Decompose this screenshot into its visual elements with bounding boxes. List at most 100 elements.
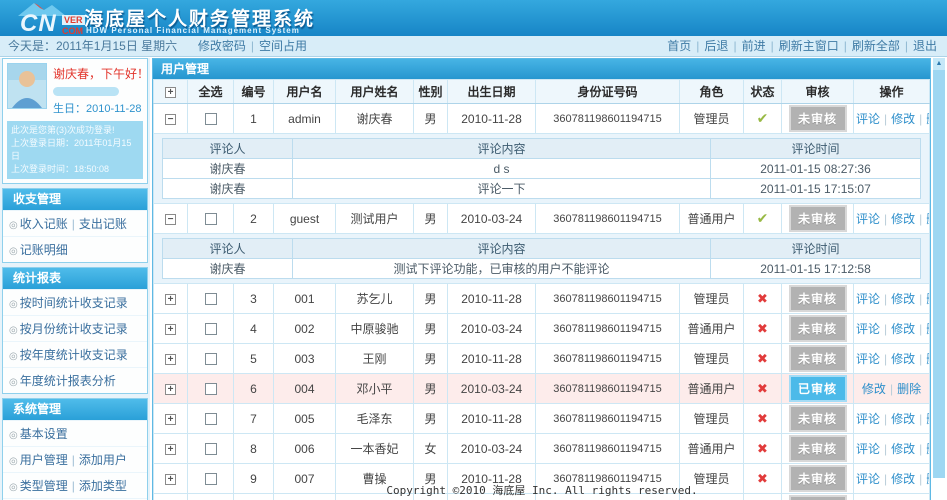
column-header: 性别 [413,79,448,104]
action-link-删除[interactable]: 删除 [926,412,928,426]
app-banner: CN VER COM 海底屋个人财务管理系统 HDW Personal Fina… [0,0,947,36]
sidebar-link[interactable]: 添加用户 [79,453,127,467]
logo-cn: CN [20,10,57,36]
vertical-scrollbar[interactable]: ▲ [933,58,945,478]
cell-no: 6 [233,373,274,404]
expand-icon[interactable]: + [165,383,176,395]
cell-role: 普通用户 [679,373,744,404]
action-link-评论[interactable]: 评论 [856,292,880,306]
action-link-修改[interactable]: 修改 [891,322,915,336]
expand-icon[interactable]: + [165,353,176,365]
action-link-修改[interactable]: 修改 [891,352,915,366]
cell-actions: 评论|修改|删除 [853,313,930,344]
action-link-修改[interactable]: 修改 [891,442,915,456]
action-link-删除[interactable]: 删除 [926,352,928,366]
row-checkbox[interactable] [204,213,217,226]
row-checkbox[interactable] [204,383,217,396]
action-link-修改[interactable]: 修改 [891,212,915,226]
sidebar-link[interactable]: 按月份统计收支记录 [20,322,128,336]
comment-row: 谢庆春 d s 2011-01-15 08:27:36 [162,158,921,179]
nav-link-4[interactable]: 刷新主窗口 [779,39,839,53]
sidebar-link[interactable]: 年度统计报表分析 [20,374,116,388]
table-row: +4 002 中原骏驰男 2010-03-24 360781198601194715 普通… [153,313,930,344]
sidebar-link[interactable]: 收入记账 [20,217,68,231]
audit-pending-button[interactable]: 未审核 [788,285,847,312]
action-link-删除[interactable]: 删除 [926,292,928,306]
cell-no: 3 [233,283,274,314]
sidebar-item: ◎ 用户管理 | 添加用户 [3,446,147,472]
comment-column-header: 评论时间 [710,238,921,259]
cell-actions: 修改 | 删除 [853,373,930,404]
row-checkbox[interactable] [204,413,217,426]
cell-gender: 男 [413,203,448,234]
collapse-icon[interactable]: − [165,113,176,125]
cell-audit: 未审核 [781,403,854,434]
comments-header-row: 评论人 评论内容 评论时间 [162,238,921,259]
expand-all-icon[interactable]: + [165,86,176,98]
action-link-评论[interactable]: 评论 [856,322,880,336]
sidebar-link[interactable]: 按年度统计收支记录 [20,348,128,362]
audit-pending-button[interactable]: 未审核 [788,435,847,462]
action-link-评论[interactable]: 评论 [856,442,880,456]
cell-name: 中原骏驰 [335,313,414,344]
action-link-删除[interactable]: 删除 [897,382,921,396]
nav-link-6[interactable]: 退出 [913,39,937,53]
row-checkbox[interactable] [204,443,217,456]
toolbar-link-1[interactable]: 修改密码 [198,39,246,53]
action-link-修改[interactable]: 修改 [891,412,915,426]
action-link-评论[interactable]: 评论 [856,212,880,226]
sidebar-link[interactable]: 类型管理 [20,479,68,493]
expand-icon[interactable]: + [165,293,176,305]
toolbar-link-2[interactable]: 空间占用 [259,39,307,53]
nav-link-2[interactable]: 后退 [704,39,728,53]
audit-pending-button[interactable]: 未审核 [788,315,847,342]
row-checkbox[interactable] [204,353,217,366]
status-cross-icon: ✖ [757,290,768,306]
action-link-修改[interactable]: 修改 [862,382,886,396]
nav-link-3[interactable]: 前进 [742,39,766,53]
collapse-icon[interactable]: − [165,213,176,225]
action-link-删除[interactable]: 删除 [926,212,928,226]
audit-pending-button[interactable]: 未审核 [788,105,847,132]
action-link-修改[interactable]: 修改 [891,292,915,306]
cell-gender: 男 [413,103,448,134]
select-cell [187,203,234,234]
nav-link-1[interactable]: 首页 [667,39,691,53]
expand-icon[interactable]: + [165,443,176,455]
cell-audit: 未审核 [781,283,854,314]
sidebar-link[interactable]: 按时间统计收支记录 [20,296,128,310]
scroll-up-icon[interactable]: ▲ [933,58,945,70]
audit-pending-button[interactable]: 未审核 [788,205,847,232]
expand-icon[interactable]: + [165,323,176,335]
row-checkbox[interactable] [204,323,217,336]
sidebar-link[interactable]: 基本设置 [20,427,68,441]
audit-approved-button[interactable]: 已审核 [788,375,847,402]
sidebar-link[interactable]: 记账明细 [20,243,68,257]
cell-role: 管理员 [679,403,744,434]
row-checkbox[interactable] [204,293,217,306]
action-link-删除[interactable]: 删除 [926,112,928,126]
action-link-修改[interactable]: 修改 [891,112,915,126]
audit-pending-button[interactable]: 未审核 [788,345,847,372]
nav-link-5[interactable]: 刷新全部 [852,39,900,53]
sidebar-link[interactable]: 用户管理 [20,453,68,467]
sidebar-item: ◎ 按月份统计收支记录 [3,315,147,341]
action-link-评论[interactable]: 评论 [856,352,880,366]
cell-idcard: 360781198601194715 [535,203,680,234]
greeting-pill [53,87,119,96]
expand-icon[interactable]: + [165,413,176,425]
menu-title: 系统管理 [3,399,147,420]
action-link-评论[interactable]: 评论 [856,112,880,126]
row-checkbox[interactable] [204,113,217,126]
expand-cell: + [153,283,188,314]
action-link-删除[interactable]: 删除 [926,442,928,456]
cell-no: 7 [233,403,274,434]
cell-status: ✔ [743,103,782,134]
action-link-删除[interactable]: 删除 [926,322,928,336]
action-link-评论[interactable]: 评论 [856,412,880,426]
avatar-image [8,64,46,108]
sidebar-link[interactable]: 支出记账 [79,217,127,231]
audit-pending-button[interactable]: 未审核 [788,405,847,432]
sidebar-link[interactable]: 添加类型 [79,479,127,493]
bullet-icon: ◎ [9,482,18,493]
